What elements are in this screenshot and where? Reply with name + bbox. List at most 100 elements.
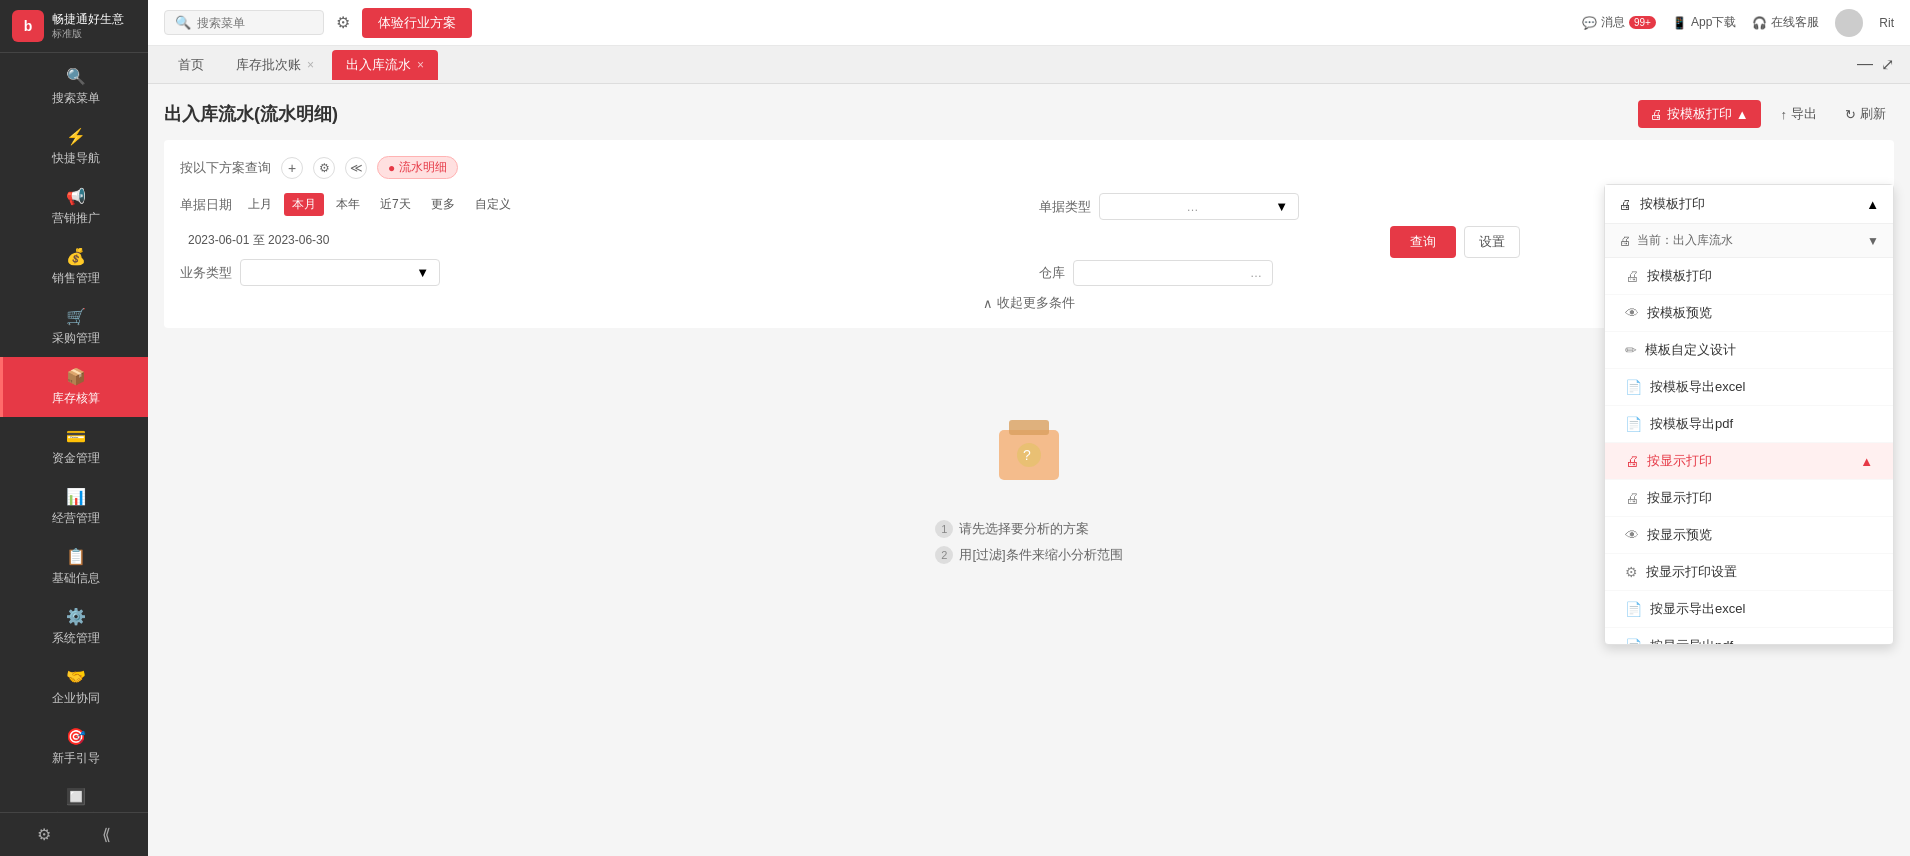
query-actions: 查询 设置 — [1390, 226, 1520, 258]
doc-type-select[interactable]: … ▼ — [1099, 193, 1299, 220]
industry-btn[interactable]: 体验行业方案 — [362, 8, 472, 38]
message-btn[interactable]: 💬 消息 99+ — [1582, 14, 1656, 31]
panel-scroll: 🖨 当前：出入库流水 ▼ 🖨 按模板打印 👁 按模板预览 ✏ 模板自定义设计 — [1605, 224, 1893, 644]
system-icon: ⚙️ — [66, 607, 86, 626]
sidebar-item-basic[interactable]: 📋 基础信息 — [0, 537, 148, 597]
panel-item-display-print-settings[interactable]: ⚙ 按显示打印设置 — [1605, 554, 1893, 591]
settings-button[interactable]: 设置 — [1464, 226, 1520, 258]
tab-batch-account[interactable]: 库存批次账 × — [222, 50, 328, 80]
export-icon: ↑ — [1781, 107, 1788, 122]
refresh-btn[interactable]: ↻ 刷新 — [1837, 101, 1894, 127]
app-name: 畅捷通好生意 — [52, 12, 124, 28]
panel-section-display-print[interactable]: 🖨 按显示打印 ▲ — [1605, 443, 1893, 480]
tab-flow-close[interactable]: × — [417, 58, 424, 72]
filter-add-button[interactable]: + — [281, 157, 303, 179]
filter-chip-label: 流水明细 — [399, 159, 447, 176]
biz-type-filter-field: 业务类型 ▼ — [180, 259, 1019, 286]
current-icon: 🖨 — [1619, 234, 1631, 248]
date-tab-last-month[interactable]: 上月 — [240, 193, 280, 216]
chevron-up-panel-icon: ▲ — [1866, 197, 1879, 212]
svg-rect-1 — [1009, 420, 1049, 435]
tabs-right-actions: — ⤢ — [1857, 55, 1894, 74]
panel-header[interactable]: 🖨 按模板打印 ▲ — [1605, 185, 1893, 224]
search-icon: 🔍 — [175, 15, 191, 30]
enterprise-icon: 🤝 — [66, 667, 86, 686]
sidebar-item-quick-nav[interactable]: ⚡ 快捷导航 — [0, 117, 148, 177]
tab-batch-account-close[interactable]: × — [307, 58, 314, 72]
user-name[interactable]: Rit — [1879, 16, 1894, 30]
display-settings-icon: ⚙ — [1625, 564, 1638, 580]
panel-item-display-print[interactable]: 🖨 按显示打印 — [1605, 480, 1893, 517]
user-avatar[interactable] — [1835, 9, 1863, 37]
header-gear-icon[interactable]: ⚙ — [336, 13, 350, 32]
filter-settings-button[interactable]: ⚙ — [313, 157, 335, 179]
empty-icon: ? — [979, 400, 1079, 500]
date-tab-this-year[interactable]: 本年 — [328, 193, 368, 216]
sidebar-bottom: ⚙ ⟪ — [0, 812, 148, 856]
date-tab-custom[interactable]: 自定义 — [467, 193, 519, 216]
panel-item-template-print[interactable]: 🖨 按模板打印 — [1605, 258, 1893, 295]
date-tab-more[interactable]: 更多 — [423, 193, 463, 216]
operation-icon: 📊 — [66, 487, 86, 506]
tip-text-2: 用[过滤]条件来缩小分析范围 — [959, 542, 1122, 568]
tab-bar: 首页 库存批次账 × 出入库流水 × — ⤢ — [148, 46, 1910, 84]
date-field-label: 单据日期 — [180, 196, 232, 214]
sidebar-item-inventory[interactable]: 📦 库存核算 — [0, 357, 148, 417]
purchase-icon: 🛒 — [66, 307, 86, 326]
tab-home[interactable]: 首页 — [164, 50, 218, 80]
tip-text-1: 请先选择要分析的方案 — [959, 516, 1089, 542]
sidebar-item-sales[interactable]: 💰 销售管理 — [0, 237, 148, 297]
panel-item-template-pdf[interactable]: 📄 按模板导出pdf — [1605, 406, 1893, 443]
more-btn[interactable]: … — [1187, 200, 1199, 214]
tab-maximize-icon[interactable]: ⤢ — [1881, 55, 1894, 74]
panel-item-template-custom[interactable]: ✏ 模板自定义设计 — [1605, 332, 1893, 369]
collapse-sidebar-icon[interactable]: ⟪ — [102, 825, 111, 844]
refresh-icon: ↻ — [1845, 107, 1856, 122]
basic-icon: 📋 — [66, 547, 86, 566]
display-excel-icon: 📄 — [1625, 601, 1642, 617]
panel-item-display-preview[interactable]: 👁 按显示预览 — [1605, 517, 1893, 554]
biz-type-select[interactable]: ▼ — [240, 259, 440, 286]
online-service-btn[interactable]: 🎧 在线客服 — [1752, 14, 1819, 31]
search-input[interactable] — [197, 16, 313, 30]
header-search-box[interactable]: 🔍 — [164, 10, 324, 35]
tab-home-label: 首页 — [178, 56, 204, 74]
sidebar-item-purchase[interactable]: 🛒 采购管理 — [0, 297, 148, 357]
sidebar-item-operation[interactable]: 📊 经营管理 — [0, 477, 148, 537]
tab-minimize-icon[interactable]: — — [1857, 55, 1873, 74]
panel-item-display-pdf[interactable]: 📄 按显示导出pdf — [1605, 628, 1893, 644]
chevron-up-icon: ▲ — [1736, 107, 1749, 122]
sidebar-item-label: 采购管理 — [52, 330, 100, 347]
app-download-btn[interactable]: 📱 App下载 — [1672, 14, 1736, 31]
panel-header-label: 按模板打印 — [1640, 195, 1705, 213]
sidebar-nav: 🔍 搜索菜单 ⚡ 快捷导航 📢 营销推广 💰 销售管理 🛒 采购管理 📦 库存核… — [0, 53, 148, 812]
sidebar-item-label: 快捷导航 — [52, 150, 100, 167]
tip-item-1: 1 请先选择要分析的方案 — [935, 516, 1122, 542]
tab-flow[interactable]: 出入库流水 × — [332, 50, 438, 80]
sidebar-item-label: 销售管理 — [52, 270, 100, 287]
sidebar-item-system[interactable]: ⚙️ 系统管理 — [0, 597, 148, 657]
date-tab-last-7[interactable]: 近7天 — [372, 193, 419, 216]
more-icon[interactable]: … — [1250, 266, 1262, 280]
query-button[interactable]: 查询 — [1390, 226, 1456, 258]
sidebar-item-search[interactable]: 🔍 搜索菜单 — [0, 57, 148, 117]
warehouse-select[interactable]: … — [1073, 260, 1273, 286]
sidebar-item-guide[interactable]: 🎯 新手引导 — [0, 717, 148, 777]
sidebar-item-label: 营销推广 — [52, 210, 100, 227]
panel-current-label: 🖨 当前：出入库流水 ▼ — [1605, 224, 1893, 258]
panel-item-template-excel[interactable]: 📄 按模板导出excel — [1605, 369, 1893, 406]
panel-item-template-preview[interactable]: 👁 按模板预览 — [1605, 295, 1893, 332]
settings-bottom-icon[interactable]: ⚙ — [37, 825, 51, 844]
sidebar-item-app-center[interactable]: 🔲 应用中心 — [0, 777, 148, 812]
sidebar-item-label: 搜索菜单 — [52, 90, 100, 107]
date-tab-this-month[interactable]: 本月 — [284, 193, 324, 216]
filter-chip-liushuimingxi[interactable]: ● 流水明细 — [377, 156, 458, 179]
export-btn[interactable]: ↑ 导出 — [1773, 101, 1826, 127]
panel-item-display-excel[interactable]: 📄 按显示导出excel — [1605, 591, 1893, 628]
sidebar-item-finance[interactable]: 💳 资金管理 — [0, 417, 148, 477]
sidebar-item-marketing[interactable]: 📢 营销推广 — [0, 177, 148, 237]
biz-type-field-label: 业务类型 — [180, 264, 232, 282]
template-print-btn[interactable]: 🖨 按模板打印 ▲ — [1638, 100, 1761, 128]
filter-collapse-button[interactable]: ≪ — [345, 157, 367, 179]
sidebar-item-enterprise[interactable]: 🤝 企业协同 — [0, 657, 148, 717]
